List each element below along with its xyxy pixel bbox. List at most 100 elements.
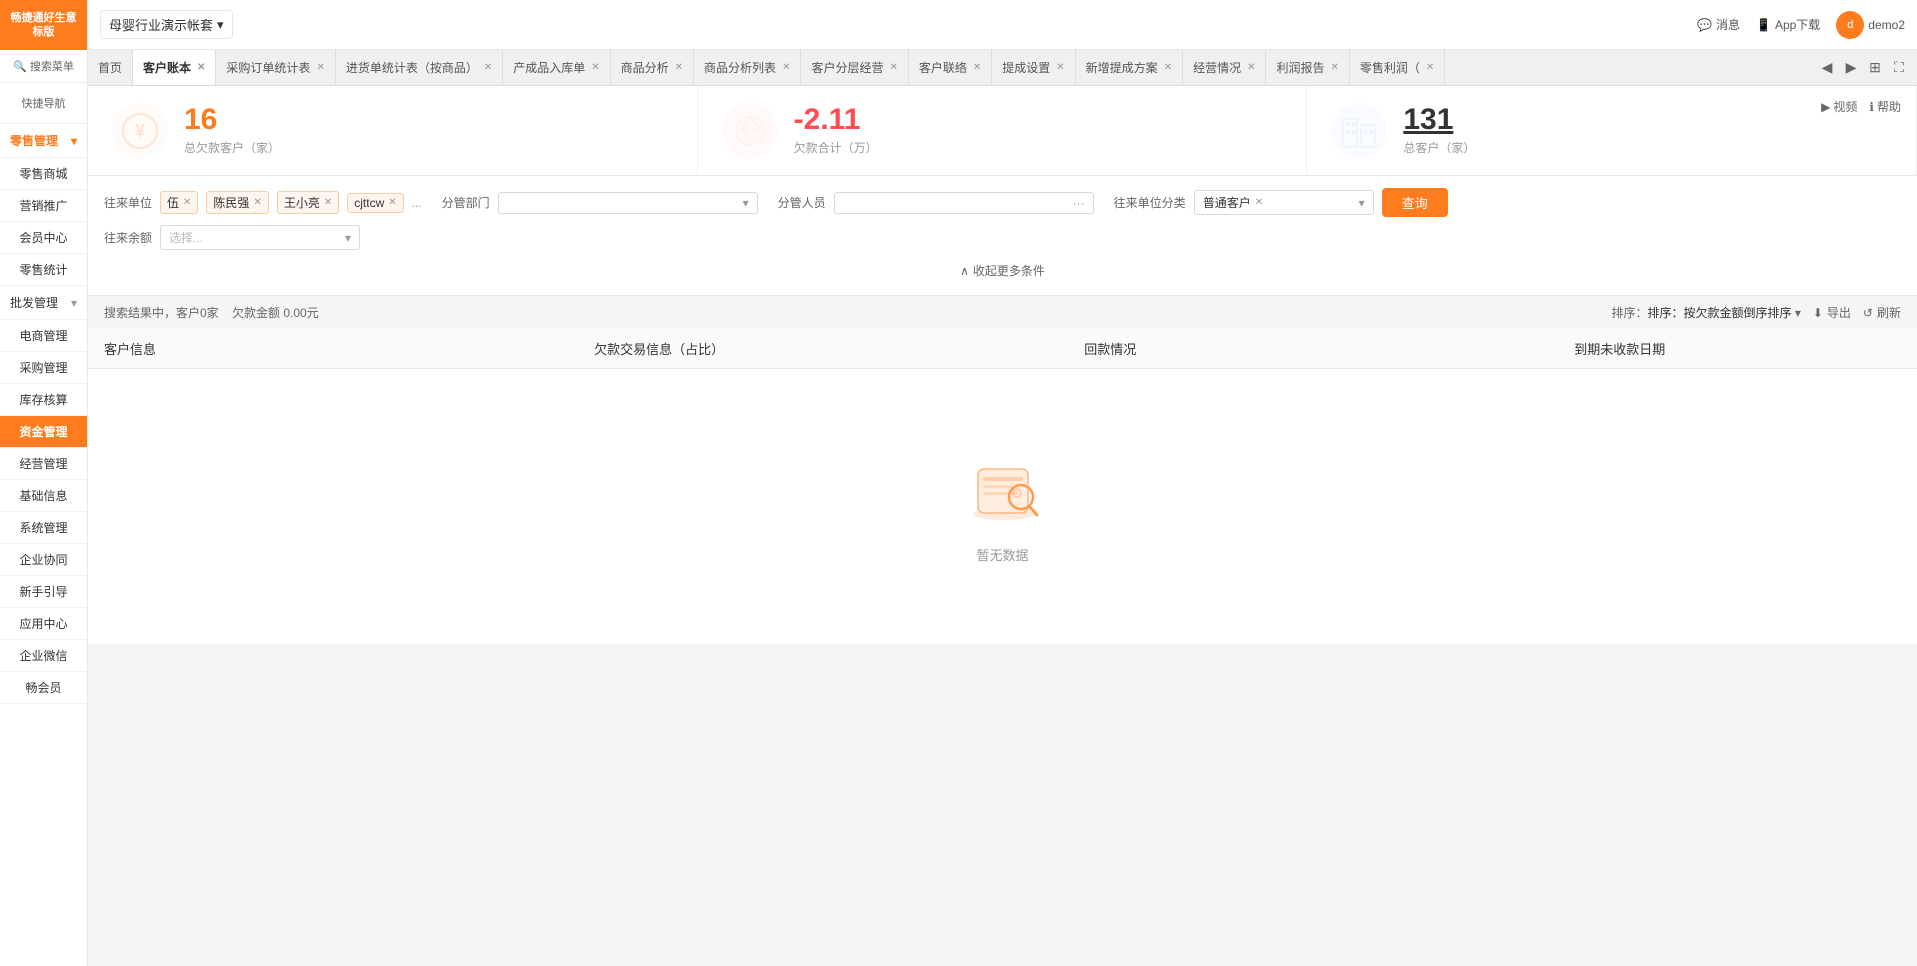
tab-goods-analysis[interactable]: 商品分析 ✕: [611, 50, 694, 86]
avatar: d: [1836, 11, 1864, 39]
sidebar-search[interactable]: 🔍 搜索菜单: [0, 50, 87, 83]
tab-new-achieve[interactable]: 新增提成方案 ✕: [1076, 50, 1183, 86]
empty-text: 暂无数据: [976, 545, 1028, 564]
sidebar-item-pifa[interactable]: 批发管理▾: [0, 286, 87, 320]
export-btn[interactable]: ⬇ 导出: [1813, 304, 1851, 321]
tab-close-customers[interactable]: ✕: [197, 62, 205, 73]
account-selector[interactable]: 母婴行业演示帐套 ▾: [100, 10, 233, 39]
tab-close-raise[interactable]: ✕: [1056, 62, 1064, 73]
collapse-btn[interactable]: ∧ 收起更多条件: [104, 258, 1901, 283]
tab-close-profit[interactable]: ✕: [1331, 62, 1339, 73]
sidebar-item-jichu[interactable]: 基础信息: [0, 480, 87, 512]
tab-customers[interactable]: 客户账本 ✕: [133, 50, 216, 86]
balance-select[interactable]: 选择... ▾: [160, 225, 360, 250]
message-btn[interactable]: 💬 消息: [1697, 16, 1740, 33]
remove-wang[interactable]: ✕: [324, 197, 332, 208]
tab-raise-settings[interactable]: 提成设置 ✕: [992, 50, 1075, 86]
tab-customer-segment[interactable]: 客户分层经营 ✕: [801, 50, 908, 86]
tab-close-retail[interactable]: ✕: [1426, 62, 1434, 73]
unit-class-label: 往来单位分类: [1114, 194, 1186, 211]
play-icon: ▶: [1821, 100, 1830, 114]
stat-number-customers: 16: [184, 105, 280, 135]
tab-close-goodslist[interactable]: ✕: [782, 62, 790, 73]
tab-close-contact[interactable]: ✕: [973, 62, 981, 73]
sort-label: 排序：排序：按欠款金额倒序排序 ▾: [1611, 304, 1800, 321]
tab-customer-contact[interactable]: 客户联络 ✕: [909, 50, 992, 86]
tab-business-stat[interactable]: 经营情况 ✕: [1183, 50, 1266, 86]
tab-next-btn[interactable]: ▶: [1841, 58, 1861, 78]
filter-more-btn[interactable]: ...: [412, 196, 422, 210]
sidebar-item-jingying[interactable]: 经营管理: [0, 448, 87, 480]
filter-tag-wu[interactable]: 伍 ✕: [160, 191, 198, 214]
sidebar-item-yingyong[interactable]: 应用中心: [0, 608, 87, 640]
col-repayment: 回款情况: [1084, 339, 1574, 358]
tab-goods-analysis-list[interactable]: 商品分析列表 ✕: [694, 50, 801, 86]
person-label: 分管人员: [778, 194, 826, 211]
video-btn[interactable]: ▶ 视频: [1821, 98, 1857, 115]
remove-cjttcw[interactable]: ✕: [388, 197, 396, 208]
tab-profit-report[interactable]: 利润报告 ✕: [1266, 50, 1349, 86]
tab-close-business[interactable]: ✕: [1247, 62, 1255, 73]
account-name: 母婴行业演示帐套: [109, 15, 213, 34]
user-avatar[interactable]: d demo2: [1836, 11, 1905, 39]
sidebar-item-qiye[interactable]: 企业协同: [0, 544, 87, 576]
filter-tag-wang[interactable]: 王小亮 ✕: [277, 191, 339, 214]
col-due-date: 到期未收款日期: [1574, 339, 1901, 358]
sidebar-item-kuaijie[interactable]: 快捷导航: [0, 89, 87, 117]
tab-fullscreen-btn[interactable]: ⛶: [1889, 58, 1909, 78]
remove-unit-class[interactable]: ✕: [1255, 197, 1263, 208]
tab-close-goods[interactable]: ✕: [675, 62, 683, 73]
tab-close-achieve[interactable]: ✕: [1164, 62, 1172, 73]
building-icon: [1331, 103, 1387, 159]
filter-tag-chen[interactable]: 陈民强 ✕: [206, 191, 268, 214]
help-btn[interactable]: ℹ 帮助: [1869, 98, 1901, 115]
message-icon: 💬: [1697, 18, 1712, 32]
refresh-btn[interactable]: ↺ 刷新: [1863, 304, 1901, 321]
sidebar-item-lingshoustat[interactable]: 零售统计: [0, 254, 87, 286]
sidebar-item-yingxiao[interactable]: 营销推广: [0, 190, 87, 222]
sidebar-item-huiyuan[interactable]: 会员中心: [0, 222, 87, 254]
tab-retail-profit[interactable]: 零售利润（ ✕: [1350, 50, 1445, 86]
sidebar-logo[interactable]: 畅捷通好生意 标版: [0, 0, 87, 50]
top-header: 母婴行业演示帐套 ▾ 💬 消息 📱 App下载 d demo2: [88, 0, 1917, 50]
unit-class-select[interactable]: 普通客户 ✕ ▾: [1194, 190, 1374, 215]
sidebar-item-xinshou[interactable]: 新手引导: [0, 576, 87, 608]
tab-close-production[interactable]: ✕: [591, 62, 599, 73]
tab-bar: 首页 客户账本 ✕ 采购订单统计表 ✕ 进货单统计表（按商品） ✕ 产成品入库单…: [88, 50, 1917, 86]
unit-class-chevron: ▾: [1359, 196, 1365, 210]
tab-prev-btn[interactable]: ◀: [1817, 58, 1837, 78]
person-select[interactable]: ···: [834, 192, 1094, 214]
tab-production[interactable]: 产成品入库单 ✕: [503, 50, 610, 86]
sidebar-item-dianshang[interactable]: 电商管理: [0, 320, 87, 352]
tab-purchase-orders[interactable]: 采购订单统计表 ✕: [216, 50, 335, 86]
sidebar-nav: 快捷导航: [0, 83, 87, 124]
sidebar-item-zijin[interactable]: 资金管理: [0, 416, 87, 448]
stat-label-total: 总客户（家）: [1403, 139, 1475, 156]
chevron-down-icon: ▾: [217, 17, 224, 33]
filter-tag-cjttcw[interactable]: cjttcw ✕: [347, 193, 403, 213]
tab-close-segment[interactable]: ✕: [889, 62, 897, 73]
dept-select[interactable]: ▾: [498, 192, 758, 214]
sidebar-item-lingshouguan[interactable]: 零售管理▾: [0, 124, 87, 158]
app-download-btn[interactable]: 📱 App下载: [1756, 16, 1820, 33]
sidebar-item-lingshougmall[interactable]: 零售商城: [0, 158, 87, 190]
tab-controls: ◀ ▶ ⊞ ⛶: [1809, 58, 1917, 78]
sidebar-item-chang[interactable]: 畅会员: [0, 672, 87, 704]
main-wrap: 母婴行业演示帐套 ▾ 💬 消息 📱 App下载 d demo2 首页 客户账本: [88, 0, 1917, 966]
sidebar-item-qiyeweixin[interactable]: 企业微信: [0, 640, 87, 672]
table-header: 客户信息 欠款交易信息（占比） 回款情况 到期未收款日期: [88, 329, 1917, 369]
tab-close-stock[interactable]: ✕: [484, 62, 492, 73]
phone-icon: 📱: [1756, 18, 1771, 32]
remove-chen[interactable]: ✕: [253, 197, 261, 208]
sidebar: 畅捷通好生意 标版 🔍 搜索菜单 快捷导航 零售管理▾ 零售商城 营销推广 会员…: [0, 0, 88, 966]
tab-close-purchase[interactable]: ✕: [316, 62, 324, 73]
sidebar-item-kucun[interactable]: 库存核算: [0, 384, 87, 416]
sidebar-item-xitong[interactable]: 系统管理: [0, 512, 87, 544]
tab-home[interactable]: 首页: [88, 50, 133, 86]
sidebar-item-caigou[interactable]: 采购管理: [0, 352, 87, 384]
result-bar: 搜索结果中，客户0家 欠款金额 0.00元 排序：排序：按欠款金额倒序排序 ▾ …: [88, 296, 1917, 329]
query-button[interactable]: 查询: [1382, 188, 1448, 217]
tab-expand-btn[interactable]: ⊞: [1865, 58, 1885, 78]
tab-stock-stats[interactable]: 进货单统计表（按商品） ✕: [336, 50, 503, 86]
remove-wu[interactable]: ✕: [183, 197, 191, 208]
